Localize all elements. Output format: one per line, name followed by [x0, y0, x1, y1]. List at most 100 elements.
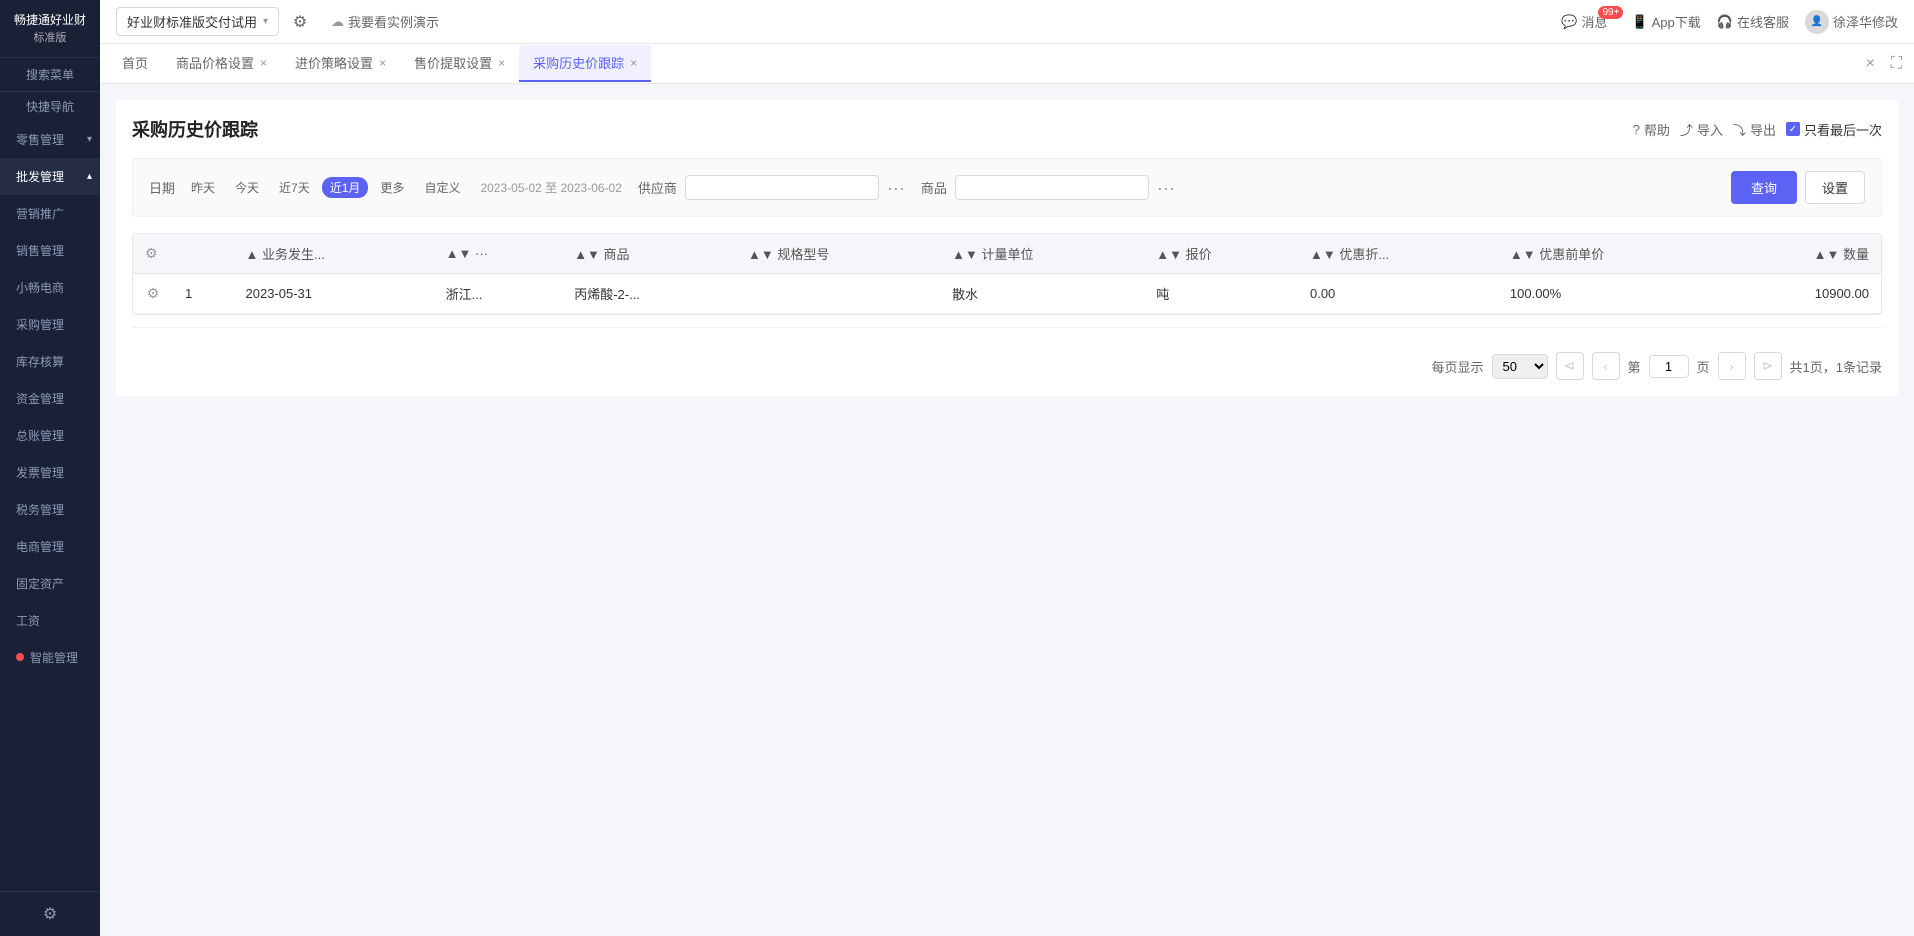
supplier-more-icon[interactable]: ···	[887, 179, 905, 197]
date-btn-yesterday[interactable]: 昨天	[183, 177, 223, 198]
sidebar-item-tax[interactable]: 税务管理	[0, 491, 100, 528]
th-spec: ▲▼ 规格型号	[736, 234, 940, 274]
user-menu[interactable]: 👤 徐泽华修改	[1805, 10, 1898, 34]
sidebar-item-label: 销售管理	[16, 242, 64, 259]
next-page-button[interactable]: ›	[1718, 352, 1746, 380]
sidebar-item-ecommerce[interactable]: 电商管理	[0, 528, 100, 565]
date-btn-custom[interactable]: 自定义	[416, 177, 468, 198]
per-page-select[interactable]: 50 100 200	[1492, 354, 1548, 379]
date-btn-today[interactable]: 今天	[227, 177, 267, 198]
td-spec	[736, 274, 940, 314]
settings-button[interactable]: 设置	[1805, 171, 1865, 204]
sidebar-item-label: 营销推广	[16, 205, 64, 222]
th-unit: ▲▼ 计量单位	[940, 234, 1144, 274]
table-body: ⚙ 1 2023-05-31 浙江... 丙烯酸-2-... 散水 吨 0.00…	[133, 274, 1881, 314]
header-settings-button[interactable]: ⚙	[285, 7, 315, 37]
message-badge: 99+	[1598, 6, 1623, 19]
tab-purchase-price-strategy[interactable]: 进价策略设置 ×	[281, 45, 400, 82]
online-service-button[interactable]: 🎧 在线客服	[1717, 12, 1789, 31]
close-tab-button[interactable]: ×	[1861, 51, 1878, 77]
date-btn-7days[interactable]: 近7天	[271, 177, 318, 198]
settings-icon[interactable]: ⚙	[43, 906, 57, 923]
table-header-row: ⚙ ▲ 业务发生... ▲▼ ··· ▲▼ 商品	[133, 234, 1881, 274]
prev-page-button[interactable]: ‹	[1592, 352, 1620, 380]
import-link[interactable]: ⤴ 导入	[1680, 120, 1723, 139]
sidebar-item-ledger[interactable]: 总账管理	[0, 417, 100, 454]
tab-bar: 首页 商品价格设置 × 进价策略设置 × 售价提取设置 × 采购历史价跟踪 × …	[100, 44, 1914, 84]
logo-text: 畅捷通好业财	[8, 12, 92, 29]
sidebar-item-label: 智能管理	[30, 649, 78, 666]
last-page-button[interactable]: ⊳	[1754, 352, 1782, 380]
sidebar-item-ai[interactable]: 智能管理	[0, 639, 100, 676]
date-filter-group: 日期 昨天 今天 近7天 近1月 更多 自定义 2023-05-02 至 202…	[149, 177, 622, 198]
page-label: 第	[1628, 357, 1641, 376]
tab-purchase-history-price[interactable]: 采购历史价跟踪 ×	[519, 45, 651, 82]
date-btn-more[interactable]: 更多	[372, 177, 412, 198]
close-icon[interactable]: ×	[260, 56, 267, 70]
help-link[interactable]: ? 帮助	[1633, 120, 1670, 139]
tab-home[interactable]: 首页	[108, 45, 162, 82]
message-button[interactable]: 💬 消息 99+	[1553, 12, 1615, 31]
chevron-down-icon: ▾	[263, 16, 268, 27]
page-number-input[interactable]	[1649, 355, 1689, 378]
sidebar-item-invoice[interactable]: 发票管理	[0, 454, 100, 491]
data-table: ⚙ ▲ 业务发生... ▲▼ ··· ▲▼ 商品	[133, 234, 1881, 314]
td-quote: 吨	[1144, 274, 1298, 314]
td-gear: ⚙	[133, 274, 173, 314]
th-index	[173, 234, 234, 274]
date-btn-1month[interactable]: 近1月	[322, 177, 369, 198]
filter-actions: 查询 设置	[1731, 171, 1865, 204]
header-right: 💬 消息 99+ 📱 App下载 🎧 在线客服 👤 徐泽华修改	[1553, 10, 1898, 34]
sidebar-item-label: 工资	[16, 612, 40, 629]
sidebar-bottom[interactable]: ⚙	[0, 891, 100, 936]
th-quote: ▲▼ 报价	[1144, 234, 1298, 274]
page-title: 采购历史价跟踪	[132, 116, 258, 142]
close-icon[interactable]: ×	[379, 56, 386, 70]
export-link[interactable]: ⤵ 导出	[1733, 120, 1776, 139]
maximize-tab-button[interactable]: ⛶	[1887, 51, 1906, 77]
th-quantity: ▲▼ 数量	[1727, 234, 1881, 274]
sidebar-item-purchase[interactable]: 采购管理	[0, 306, 100, 343]
tab-sale-price-extract[interactable]: 售价提取设置 ×	[400, 45, 519, 82]
sidebar-item-marketing[interactable]: 营销推广	[0, 195, 100, 232]
gear-icon[interactable]: ⚙	[145, 245, 158, 261]
goods-more-icon[interactable]: ···	[1157, 179, 1175, 197]
th-gear: ⚙	[133, 234, 173, 274]
supplier-filter-group: 供应商 ···	[638, 175, 905, 200]
import-label: 导入	[1697, 120, 1723, 139]
user-name: 徐泽华修改	[1833, 12, 1898, 31]
sidebar-quick-nav[interactable]: 快捷导航	[0, 92, 100, 121]
tab-label: 采购历史价跟踪	[533, 53, 624, 72]
demo-button[interactable]: ☁ 我要看实例演示	[331, 12, 439, 31]
td-price-val: 10900.00	[1727, 274, 1881, 314]
only-last-checkbox-label[interactable]: ✓ 只看最后一次	[1786, 120, 1882, 139]
export-icon: ⤵	[1733, 120, 1746, 139]
tab-label: 售价提取设置	[414, 53, 492, 72]
sidebar-item-retail[interactable]: 零售管理 ▾	[0, 121, 100, 158]
query-button[interactable]: 查询	[1731, 171, 1797, 204]
close-icon[interactable]: ×	[630, 56, 637, 70]
sidebar-item-wholesale[interactable]: 批发管理 ▴	[0, 158, 100, 195]
sidebar-item-sales[interactable]: 销售管理	[0, 232, 100, 269]
page-unit: 页	[1697, 357, 1710, 376]
gear-icon[interactable]: ⚙	[147, 285, 160, 301]
td-supplier: 浙江...	[434, 274, 563, 314]
sidebar-item-finance[interactable]: 资金管理	[0, 380, 100, 417]
sidebar-item-label: 资金管理	[16, 390, 64, 407]
tab-label: 首页	[122, 53, 148, 72]
first-page-button[interactable]: ⊲	[1556, 352, 1584, 380]
sidebar-item-inventory[interactable]: 库存核算	[0, 343, 100, 380]
version-selector[interactable]: 好业财标准版交付试用 ▾	[116, 7, 279, 36]
app-download-button[interactable]: 📱 App下载	[1631, 12, 1700, 31]
sidebar-item-fixed-assets[interactable]: 固定资产	[0, 565, 100, 602]
close-icon[interactable]: ×	[498, 56, 505, 70]
sidebar-logo: 畅捷通好业财 标准版	[0, 0, 100, 58]
sidebar-item-payroll[interactable]: 工资	[0, 602, 100, 639]
tab-price-settings[interactable]: 商品价格设置 ×	[162, 45, 281, 82]
sidebar-search[interactable]: 搜索菜单	[0, 58, 100, 92]
supplier-input[interactable]	[685, 175, 879, 200]
sidebar-item-ecommerce-small[interactable]: 小畅电商	[0, 269, 100, 306]
goods-input[interactable]	[955, 175, 1149, 200]
dot-indicator	[16, 653, 24, 661]
sidebar-item-label: 小畅电商	[16, 279, 64, 296]
